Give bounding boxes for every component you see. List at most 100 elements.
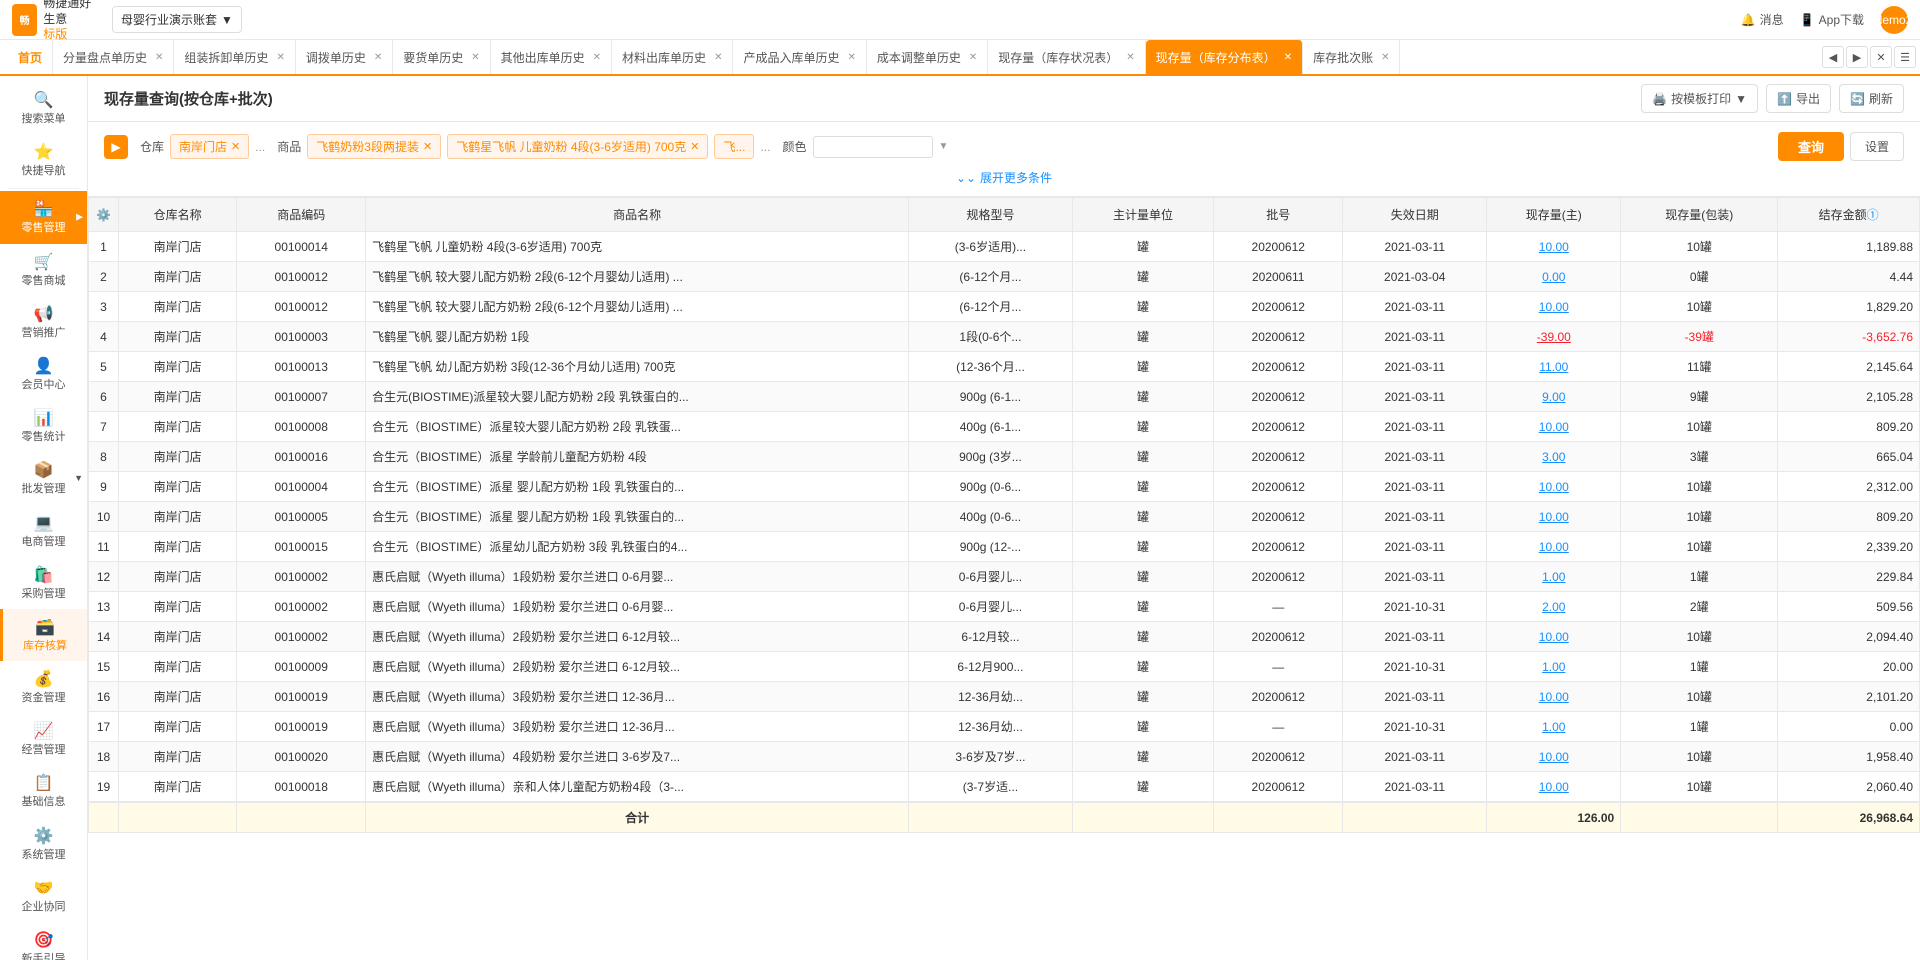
tab-4[interactable]: 要货单历史 ✕ <box>393 40 490 74</box>
tab-close-6[interactable]: ✕ <box>714 52 722 63</box>
td-qty-main[interactable]: 0.00 <box>1487 262 1621 292</box>
warehouse-tag[interactable]: 南岸门店 ✕ <box>170 134 249 159</box>
account-selector[interactable]: 母婴行业演示账套 ▼ <box>112 6 242 33</box>
td-spec: (12-36个月... <box>909 352 1073 382</box>
tab-menu-btn[interactable]: ☰ <box>1894 46 1916 68</box>
tab-7[interactable]: 产成品入库单历史 ✕ <box>733 40 866 74</box>
sidebar-item-finance[interactable]: 💰 资金管理 <box>0 661 87 713</box>
td-qty-main[interactable]: 3.00 <box>1487 442 1621 472</box>
print-button[interactable]: 🖨️ 按模板打印 ▼ <box>1641 84 1758 113</box>
tab-close-8[interactable]: ✕ <box>969 52 977 63</box>
td-unit: 罐 <box>1072 532 1214 562</box>
sidebar-item-guide[interactable]: 🎯 新手引导 <box>0 922 87 960</box>
refresh-button[interactable]: 🔄 刷新 <box>1839 84 1904 113</box>
tab-10[interactable]: 现存量（库存分布表） ✕ <box>1146 40 1303 74</box>
expand-more-btn[interactable]: ⌄⌄ 展开更多条件 <box>104 169 1904 186</box>
sidebar-item-member[interactable]: 👤 会员中心 <box>0 348 87 400</box>
sidebar-item-nav[interactable]: ⭐ 快捷导航 <box>0 134 87 186</box>
td-qty-main[interactable]: 10.00 <box>1487 742 1621 772</box>
tab-close-5[interactable]: ✕ <box>593 52 601 63</box>
sidebar-item-retail-mgmt[interactable]: 🏪 零售管理 ▶ <box>0 191 87 243</box>
tab-home[interactable]: 首页 <box>8 40 53 74</box>
tab-6[interactable]: 材料出库单历史 ✕ <box>612 40 733 74</box>
search-icon: 🔍 <box>34 90 54 110</box>
sidebar-item-search[interactable]: 🔍 搜索菜单 <box>0 82 87 134</box>
tab-close-4[interactable]: ✕ <box>471 52 479 63</box>
td-qty-main[interactable]: 2.00 <box>1487 592 1621 622</box>
sidebar-item-retail-stats[interactable]: 📊 零售统计 <box>0 400 87 452</box>
sidebar-item-enterprise[interactable]: 🤝 企业协同 <box>0 870 87 922</box>
tab-8[interactable]: 成本调整单历史 ✕ <box>867 40 988 74</box>
tab-close-9[interactable]: ✕ <box>1126 52 1134 63</box>
tab-close-3[interactable]: ✕ <box>374 52 382 63</box>
tab-3[interactable]: 调拨单历史 ✕ <box>296 40 393 74</box>
footer-label: 合计 <box>366 802 909 833</box>
tab-close-11[interactable]: ✕ <box>1381 52 1389 63</box>
product-tag-2[interactable]: 飞鹤星飞帆 儿童奶粉 4段(3-6岁适用) 700克 ✕ <box>447 134 708 159</box>
sidebar-item-purchase[interactable]: 🛍️ 采购管理 <box>0 557 87 609</box>
td-qty-main[interactable]: 9.00 <box>1487 382 1621 412</box>
tab-close-7[interactable]: ✕ <box>847 52 855 63</box>
tab-5[interactable]: 其他出库单历史 ✕ <box>491 40 612 74</box>
warehouse-tag-close[interactable]: ✕ <box>231 140 240 153</box>
sidebar-item-basic-info[interactable]: 📋 基础信息 <box>0 765 87 817</box>
setting-button[interactable]: 设置 <box>1850 132 1904 161</box>
td-qty-main[interactable]: 10.00 <box>1487 622 1621 652</box>
td-spec: (6-12个月... <box>909 292 1073 322</box>
td-batch: 20200612 <box>1214 682 1343 712</box>
td-qty-main[interactable]: 1.00 <box>1487 712 1621 742</box>
tab-close-10[interactable]: ✕ <box>1284 52 1292 63</box>
tab-1[interactable]: 分量盘点单历史 ✕ <box>53 40 174 74</box>
store-icon: 🏪 <box>34 199 54 219</box>
filter-expand-btn[interactable]: ▶ <box>104 135 128 159</box>
app-download-btn[interactable]: 📱 App下载 <box>1800 11 1864 28</box>
color-input[interactable] <box>813 136 933 158</box>
sidebar-item-wholesale[interactable]: 📦 批发管理 ▼ <box>0 452 87 504</box>
td-qty-main[interactable]: 1.00 <box>1487 652 1621 682</box>
search-button[interactable]: 查询 <box>1778 132 1844 161</box>
tab-close-all-btn[interactable]: ✕ <box>1870 46 1892 68</box>
td-expire: 2021-03-11 <box>1343 382 1487 412</box>
tab-2[interactable]: 组装拆卸单历史 ✕ <box>174 40 295 74</box>
td-qty-main[interactable]: 11.00 <box>1487 352 1621 382</box>
td-qty-main[interactable]: -39.00 <box>1487 322 1621 352</box>
tab-11[interactable]: 库存批次账 ✕ <box>1303 40 1400 74</box>
top-right: 🔔 消息 📱 App下载 demo2 <box>1741 6 1908 34</box>
td-qty-main[interactable]: 10.00 <box>1487 472 1621 502</box>
color-arrow-icon[interactable]: ▼ <box>939 141 949 152</box>
td-qty-main[interactable]: 1.00 <box>1487 562 1621 592</box>
product-tag-1[interactable]: 飞鹤奶粉3段两提装 ✕ <box>307 134 441 159</box>
chevron-down-icon: ▼ <box>1735 92 1747 106</box>
sidebar-item-retail-shop[interactable]: 🛒 零售商城 <box>0 244 87 296</box>
td-no: 2 <box>89 262 119 292</box>
warehouse-more[interactable]: ... <box>255 140 265 154</box>
avatar[interactable]: demo2 <box>1880 6 1908 34</box>
sidebar-item-marketing[interactable]: 📢 营销推广 <box>0 296 87 348</box>
td-unit: 罐 <box>1072 772 1214 803</box>
amount-info-icon[interactable]: ① <box>1867 208 1879 222</box>
export-button[interactable]: ⬆️ 导出 <box>1766 84 1831 113</box>
sidebar-item-operations[interactable]: 📈 经营管理 <box>0 713 87 765</box>
tab-next-btn[interactable]: ▶ <box>1846 46 1868 68</box>
td-qty-main[interactable]: 10.00 <box>1487 532 1621 562</box>
sidebar-item-ecommerce[interactable]: 💻 电商管理 <box>0 505 87 557</box>
product-tag-3[interactable]: 飞... <box>714 134 754 159</box>
tab-close-1[interactable]: ✕ <box>155 52 163 63</box>
messages-btn[interactable]: 🔔 消息 <box>1741 11 1784 28</box>
sidebar-item-system[interactable]: ⚙️ 系统管理 <box>0 818 87 870</box>
product-tag-1-close[interactable]: ✕ <box>423 140 432 153</box>
product-tag-2-close[interactable]: ✕ <box>690 140 699 153</box>
td-qty-main[interactable]: 10.00 <box>1487 772 1621 803</box>
table-row: 2 南岸门店 00100012 飞鹤星飞帆 较大婴儿配方奶粉 2段(6-12个月… <box>89 262 1920 292</box>
tab-9[interactable]: 现存量（库存状况表） ✕ <box>988 40 1145 74</box>
td-qty-main[interactable]: 10.00 <box>1487 412 1621 442</box>
sidebar-item-inventory[interactable]: 🗃️ 库存核算 <box>0 609 87 661</box>
tab-prev-btn[interactable]: ◀ <box>1822 46 1844 68</box>
tab-close-2[interactable]: ✕ <box>276 52 284 63</box>
td-qty-main[interactable]: 10.00 <box>1487 232 1621 262</box>
top-bar: 畅 畅捷通好生意 标版 母婴行业演示账套 ▼ 🔔 消息 📱 App下载 demo… <box>0 0 1920 40</box>
td-qty-main[interactable]: 10.00 <box>1487 292 1621 322</box>
td-qty-main[interactable]: 10.00 <box>1487 682 1621 712</box>
product-more[interactable]: ... <box>760 140 770 154</box>
td-qty-main[interactable]: 10.00 <box>1487 502 1621 532</box>
